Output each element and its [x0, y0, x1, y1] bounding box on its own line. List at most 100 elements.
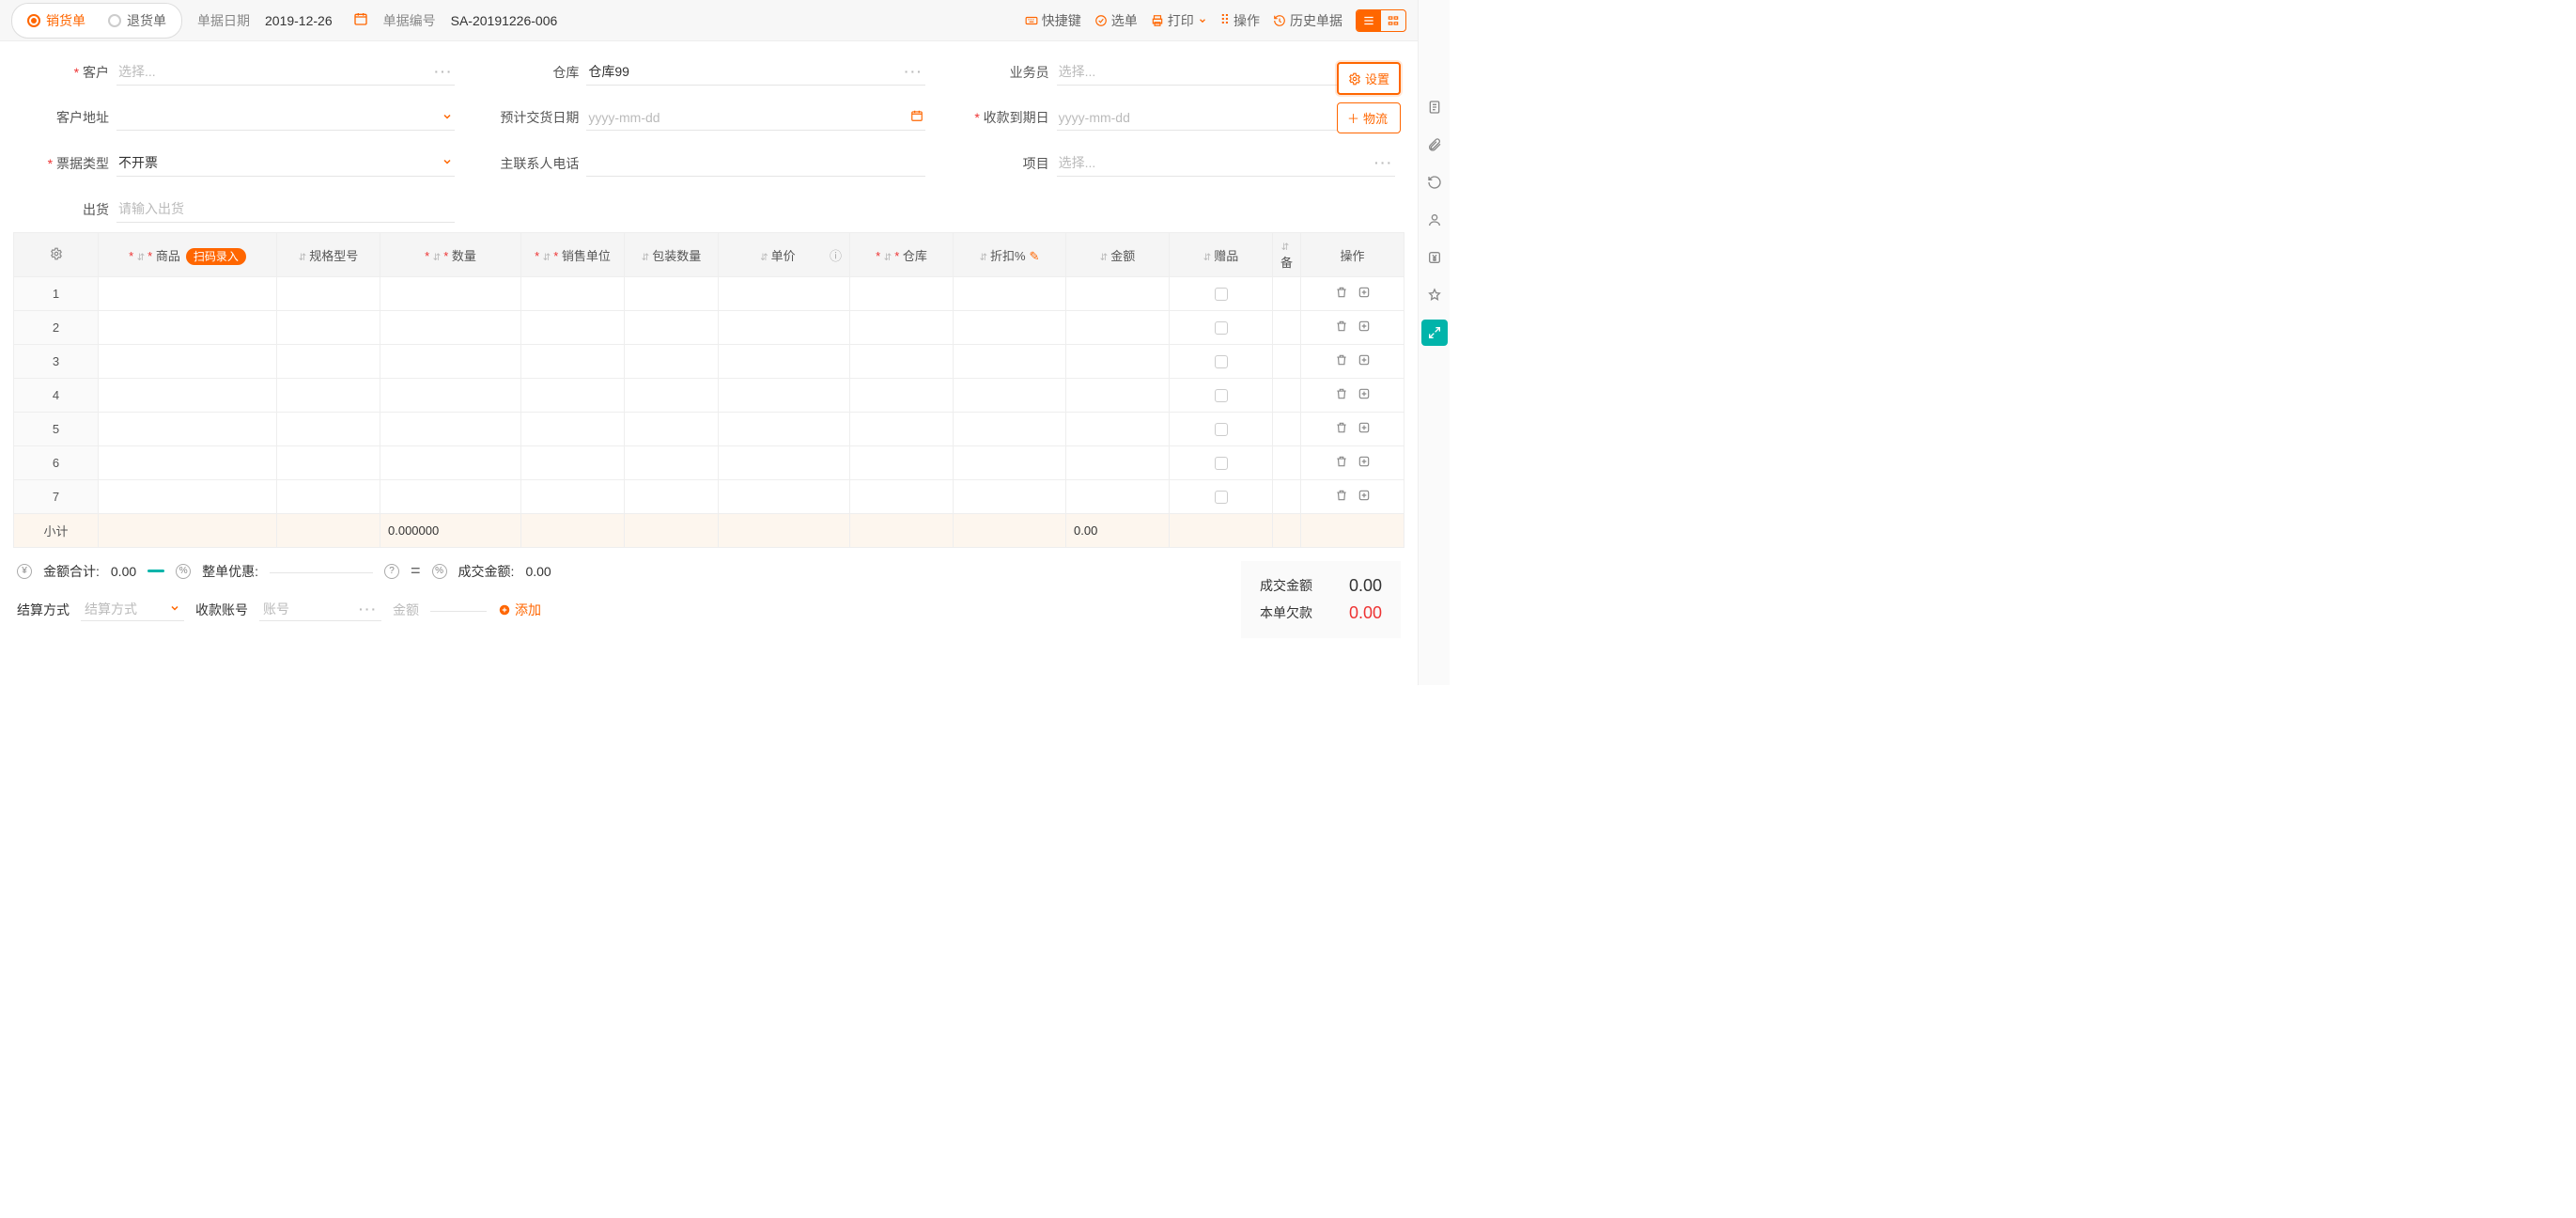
gift-checkbox[interactable]	[1215, 355, 1228, 368]
add-row-button[interactable]	[1358, 489, 1371, 505]
col-gift[interactable]: ⇵赠品	[1170, 233, 1273, 277]
table-row[interactable]: 4	[14, 379, 1404, 413]
cell-spec[interactable]	[277, 446, 380, 480]
delete-row-button[interactable]	[1335, 286, 1348, 302]
col-product[interactable]: ⇵商品扫码录入	[99, 233, 277, 277]
gift-checkbox[interactable]	[1215, 321, 1228, 335]
pay-amount-input[interactable]	[430, 607, 487, 612]
delete-row-button[interactable]	[1335, 320, 1348, 336]
cell-pack[interactable]	[625, 311, 719, 345]
cell-discount[interactable]	[954, 413, 1066, 446]
rail-user-icon[interactable]	[1421, 207, 1448, 233]
cell-product[interactable]	[99, 379, 277, 413]
cell-product[interactable]	[99, 345, 277, 379]
tab-sales-order[interactable]: 销货单	[18, 8, 95, 34]
chevron-down-icon[interactable]	[442, 110, 453, 125]
cell-price[interactable]	[719, 345, 850, 379]
delete-row-button[interactable]	[1335, 421, 1348, 437]
cell-amount[interactable]	[1066, 311, 1170, 345]
col-unit[interactable]: ⇵销售单位	[521, 233, 625, 277]
gift-checkbox[interactable]	[1215, 457, 1228, 470]
col-spec[interactable]: ⇵规格型号	[277, 233, 380, 277]
gift-checkbox[interactable]	[1215, 423, 1228, 436]
cell-discount[interactable]	[954, 311, 1066, 345]
cell-gift[interactable]	[1170, 379, 1273, 413]
cell-qty[interactable]	[380, 311, 521, 345]
col-remark[interactable]: ⇵备	[1273, 233, 1301, 277]
delete-row-button[interactable]	[1335, 353, 1348, 369]
tab-return-order[interactable]: 退货单	[99, 8, 176, 34]
cell-discount[interactable]	[954, 480, 1066, 514]
cell-product[interactable]	[99, 446, 277, 480]
cell-amount[interactable]	[1066, 446, 1170, 480]
cell-spec[interactable]	[277, 345, 380, 379]
table-row[interactable]: 1	[14, 277, 1404, 311]
help-icon[interactable]: ⓘ	[830, 246, 842, 264]
cell-unit[interactable]	[521, 446, 625, 480]
cell-price[interactable]	[719, 379, 850, 413]
cell-discount[interactable]	[954, 379, 1066, 413]
calendar-icon[interactable]	[910, 109, 923, 125]
cell-remark[interactable]	[1273, 413, 1301, 446]
cell-discount[interactable]	[954, 277, 1066, 311]
gift-checkbox[interactable]	[1215, 288, 1228, 301]
cell-pack[interactable]	[625, 345, 719, 379]
cell-qty[interactable]	[380, 379, 521, 413]
cell-remark[interactable]	[1273, 446, 1301, 480]
table-row[interactable]: 7	[14, 480, 1404, 514]
cell-amount[interactable]	[1066, 379, 1170, 413]
calendar-icon[interactable]	[353, 11, 368, 29]
cell-pack[interactable]	[625, 480, 719, 514]
cell-unit[interactable]	[521, 311, 625, 345]
view-list-button[interactable]	[1357, 10, 1381, 31]
cell-unit[interactable]	[521, 345, 625, 379]
cell-price[interactable]	[719, 480, 850, 514]
operations-button[interactable]: ⠿ 操作	[1220, 11, 1260, 30]
add-payment-button[interactable]: 添加	[498, 601, 541, 619]
print-button[interactable]: 打印	[1151, 11, 1207, 30]
cell-warehouse[interactable]	[850, 277, 954, 311]
delete-row-button[interactable]	[1335, 455, 1348, 471]
cell-pack[interactable]	[625, 379, 719, 413]
paymethod-select[interactable]: 结算方式	[81, 598, 184, 621]
table-row[interactable]: 2	[14, 311, 1404, 345]
cell-qty[interactable]	[380, 413, 521, 446]
cell-qty[interactable]	[380, 446, 521, 480]
help-icon[interactable]: ?	[384, 564, 399, 579]
table-row[interactable]: 3	[14, 345, 1404, 379]
cell-spec[interactable]	[277, 480, 380, 514]
add-row-button[interactable]	[1358, 455, 1371, 471]
shortcut-button[interactable]: 快捷键	[1025, 11, 1081, 30]
rail-currency-icon[interactable]	[1421, 244, 1448, 271]
edit-icon[interactable]: ✎	[1030, 249, 1040, 263]
more-icon[interactable]: ···	[359, 601, 378, 617]
logistics-button[interactable]: ＋ 物流	[1337, 102, 1401, 133]
rail-refresh-icon[interactable]	[1421, 169, 1448, 195]
cell-spec[interactable]	[277, 277, 380, 311]
cell-unit[interactable]	[521, 379, 625, 413]
chevron-down-icon[interactable]	[442, 155, 453, 170]
settings-button[interactable]: 设置	[1337, 62, 1401, 95]
cell-price[interactable]	[719, 277, 850, 311]
col-pack[interactable]: ⇵包装数量	[625, 233, 719, 277]
cell-spec[interactable]	[277, 311, 380, 345]
history-button[interactable]: 历史单据	[1273, 11, 1342, 30]
cell-remark[interactable]	[1273, 480, 1301, 514]
cell-warehouse[interactable]	[850, 311, 954, 345]
cell-qty[interactable]	[380, 480, 521, 514]
rail-expand-icon[interactable]	[1421, 320, 1448, 346]
gift-checkbox[interactable]	[1215, 491, 1228, 504]
cell-amount[interactable]	[1066, 277, 1170, 311]
cell-spec[interactable]	[277, 379, 380, 413]
cell-remark[interactable]	[1273, 345, 1301, 379]
col-discount[interactable]: ⇵折扣%✎	[954, 233, 1066, 277]
rail-note-icon[interactable]	[1421, 94, 1448, 120]
cell-discount[interactable]	[954, 446, 1066, 480]
cell-warehouse[interactable]	[850, 446, 954, 480]
delete-row-button[interactable]	[1335, 387, 1348, 403]
gift-checkbox[interactable]	[1215, 389, 1228, 402]
view-grid-button[interactable]	[1381, 10, 1405, 31]
cell-product[interactable]	[99, 311, 277, 345]
cell-gift[interactable]	[1170, 311, 1273, 345]
col-warehouse[interactable]: ⇵仓库	[850, 233, 954, 277]
